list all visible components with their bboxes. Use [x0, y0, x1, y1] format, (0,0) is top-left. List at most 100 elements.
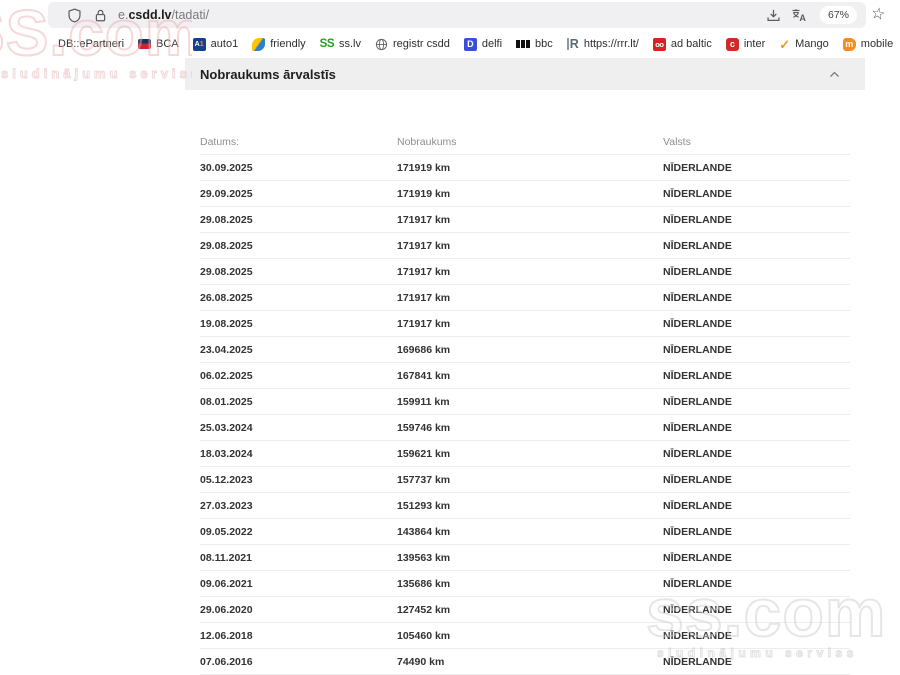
bookmark-label: auto1 — [210, 38, 239, 50]
save-page-icon[interactable] — [765, 7, 782, 24]
zoom-level-badge[interactable]: 67% — [819, 6, 857, 24]
date-cell: 19.08.2025 — [200, 317, 253, 330]
table-body: 30.09.2025 171919 km NĪDERLANDE 29.09.2025 1… — [200, 155, 850, 675]
mileage-cell: 171917 km — [397, 317, 451, 330]
country-cell: NĪDERLANDE — [663, 655, 732, 668]
bookmark-inter[interactable]: c inter — [725, 37, 766, 51]
translate-icon[interactable]: A — [791, 7, 808, 24]
rrr-icon: R — [566, 38, 579, 51]
country-cell: NĪDERLANDE — [663, 317, 732, 330]
panel-header[interactable]: Nobraukums ārvalstīs — [185, 58, 865, 90]
bookmark-label: mobile — [860, 38, 894, 50]
mileage-cell: 127452 km — [397, 603, 451, 616]
table-row: 23.04.2025 169686 km NĪDERLANDE — [200, 337, 850, 363]
bookmark-bbc[interactable]: bbc — [516, 38, 553, 50]
mileage-cell: 74490 km — [397, 655, 445, 668]
table-row: 27.03.2023 151293 km NĪDERLANDE — [200, 493, 850, 519]
friendly-bird-icon — [252, 37, 266, 51]
country-cell: NĪDERLANDE — [663, 499, 732, 512]
mileage-table: Datums: Nobraukums Valsts 30.09.2025 1719… — [200, 130, 850, 675]
svg-text:A: A — [800, 13, 807, 23]
auto1-icon: A1 — [192, 37, 206, 51]
country-cell: NĪDERLANDE — [663, 447, 732, 460]
table-row: 06.02.2025 167841 km NĪDERLANDE — [200, 363, 850, 389]
column-header-date: Datums: — [200, 136, 240, 148]
mileage-cell: 169686 km — [397, 343, 451, 356]
country-cell: NĪDERLANDE — [663, 603, 732, 616]
bookmark-mango[interactable]: ✓ Mango — [779, 38, 829, 51]
date-cell: 26.08.2025 — [200, 291, 253, 304]
mileage-cell: 105460 km — [397, 629, 451, 642]
lock-icon[interactable] — [92, 7, 109, 24]
bookmark-friendly[interactable]: friendly — [252, 37, 306, 51]
country-cell: NĪDERLANDE — [663, 343, 732, 356]
country-cell: NĪDERLANDE — [663, 525, 732, 538]
date-cell: 08.01.2025 — [200, 395, 253, 408]
bookmark-label: DB::ePartneri — [58, 38, 125, 50]
mileage-cell: 171919 km — [397, 187, 451, 200]
country-cell: NĪDERLANDE — [663, 369, 732, 382]
mileage-cell: 171917 km — [397, 291, 451, 304]
bookmark-star-icon[interactable]: ☆ — [869, 3, 887, 25]
country-cell: NĪDERLANDE — [663, 473, 732, 486]
mileage-cell: 139563 km — [397, 551, 451, 564]
date-cell: 12.06.2018 — [200, 629, 253, 642]
country-cell: NĪDERLANDE — [663, 551, 732, 564]
country-cell: NĪDERLANDE — [663, 265, 732, 278]
bookmark-label: delfi — [481, 38, 503, 50]
mileage-cell: 159746 km — [397, 421, 451, 434]
table-row: 09.06.2021 135686 km NĪDERLANDE — [200, 571, 850, 597]
date-cell: 23.04.2025 — [200, 343, 253, 356]
bookmark-label: ad baltic — [670, 38, 712, 50]
table-row: 05.12.2023 157737 km NĪDERLANDE — [200, 467, 850, 493]
delfi-icon: D — [463, 37, 477, 51]
bookmark-auto1[interactable]: A1 auto1 — [192, 37, 239, 51]
mileage-cell: 151293 km — [397, 499, 451, 512]
chevron-up-icon[interactable] — [829, 71, 840, 78]
country-cell: NĪDERLANDE — [663, 239, 732, 252]
bookmark-bca[interactable]: BCA — [138, 38, 179, 50]
table-row: 07.06.2016 74490 km NĪDERLANDE — [200, 649, 850, 675]
bookmark-label: https://rrr.lt/ — [583, 38, 639, 50]
table-row: 29.08.2025 171917 km NĪDERLANDE — [200, 259, 850, 285]
bookmark-mobile[interactable]: m mobile — [842, 37, 894, 51]
address-bar[interactable]: e.csdd.lv/tadati/ A 67% — [48, 2, 866, 28]
panel-title: Nobraukums ārvalstīs — [200, 66, 336, 82]
mileage-cell: 171917 km — [397, 239, 451, 252]
bookmark-label: inter — [743, 38, 766, 50]
date-cell: 29.06.2020 — [200, 603, 253, 616]
bookmark-sslv[interactable]: SS ss.lv — [320, 38, 361, 50]
date-cell: 27.03.2023 — [200, 499, 253, 512]
url-text: e.csdd.lv/tadati/ — [118, 8, 210, 22]
table-row: 29.06.2020 127452 km NĪDERLANDE — [200, 597, 850, 623]
country-cell: NĪDERLANDE — [663, 213, 732, 226]
bookmark-ad-baltic[interactable]: oo ad baltic — [652, 37, 712, 51]
table-row: 18.03.2024 159621 km NĪDERLANDE — [200, 441, 850, 467]
bookmark-rrr[interactable]: R https://rrr.lt/ — [566, 38, 639, 51]
bookmark-db-epartneri[interactable]: DB::ePartneri — [58, 38, 124, 50]
bookmark-label: friendly — [270, 38, 306, 50]
bookmark-delfi[interactable]: D delfi — [463, 37, 503, 51]
mileage-cell: 171917 km — [397, 213, 451, 226]
table-row: 12.06.2018 105460 km NĪDERLANDE — [200, 623, 850, 649]
mileage-cell: 171917 km — [397, 265, 451, 278]
country-cell: NĪDERLANDE — [663, 629, 732, 642]
mileage-cell: 159621 km — [397, 447, 451, 460]
bookmark-registr-csdd[interactable]: registr csdd — [375, 38, 450, 51]
date-cell: 29.09.2025 — [200, 187, 253, 200]
date-cell: 08.11.2021 — [200, 551, 252, 564]
table-row: 19.08.2025 171917 km NĪDERLANDE — [200, 311, 850, 337]
watermark-tagline: sludinājumu serviss — [1, 66, 193, 82]
column-header-mileage: Nobraukums — [397, 136, 457, 148]
mileage-cell: 143864 km — [397, 525, 451, 538]
mileage-cell: 135686 km — [397, 577, 451, 590]
table-row: 26.08.2025 171917 km NĪDERLANDE — [200, 285, 850, 311]
bookmarks-bar: DB::ePartneri BCA A1 auto1 friendly SS s… — [0, 30, 900, 58]
browser-toolbar: e.csdd.lv/tadati/ A 67% ☆ — [0, 0, 900, 30]
date-cell: 09.05.2022 — [200, 525, 253, 538]
date-cell: 06.02.2025 — [200, 369, 253, 382]
shield-icon[interactable] — [66, 7, 83, 24]
date-cell: 29.08.2025 — [200, 265, 253, 278]
bookmark-label: registr csdd — [393, 38, 450, 50]
bbc-blocks-icon — [516, 40, 531, 48]
